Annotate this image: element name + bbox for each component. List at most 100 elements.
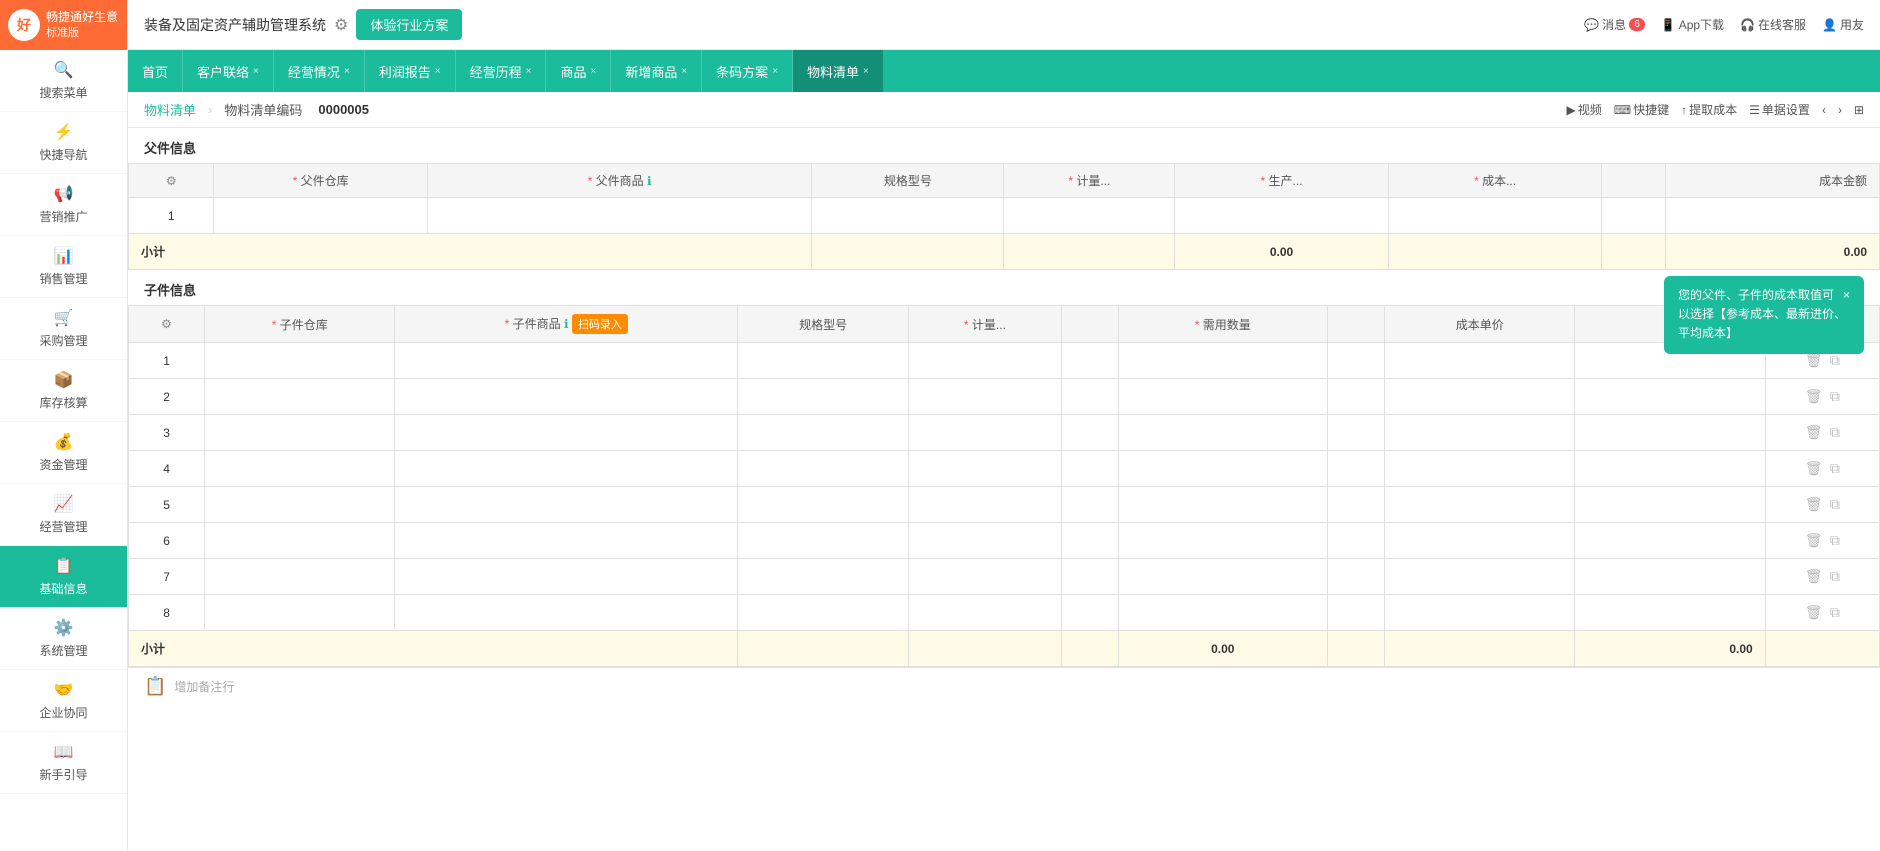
child-row-5-unitprice[interactable]	[1385, 487, 1575, 523]
tab-close-7[interactable]: ×	[772, 66, 778, 77]
sidebar-item-3[interactable]: 📊销售管理	[0, 236, 127, 298]
child-row-2-unit[interactable]	[909, 379, 1061, 415]
sidebar-item-6[interactable]: 💰资金管理	[0, 422, 127, 484]
child-row-4-unit[interactable]	[909, 451, 1061, 487]
tab-7[interactable]: 条码方案×	[702, 50, 793, 92]
child-row-3-qty[interactable]	[1118, 415, 1327, 451]
parent-row-1-product[interactable]	[427, 198, 811, 234]
tab-close-3[interactable]: ×	[435, 66, 441, 77]
child-row-5-qty[interactable]	[1118, 487, 1327, 523]
delete-icon-1[interactable]: 🗑	[1805, 352, 1823, 368]
child-row-4-qty[interactable]	[1118, 451, 1327, 487]
child-row-2-spec[interactable]	[738, 379, 909, 415]
child-row-6-unitprice[interactable]	[1385, 523, 1575, 559]
copy-icon-4[interactable]: ⧉	[1830, 460, 1840, 476]
toolbar-nav-next[interactable]: ›	[1838, 103, 1842, 117]
child-row-1-unit[interactable]	[909, 343, 1061, 379]
delete-icon-8[interactable]: 🗑	[1805, 604, 1823, 620]
child-row-3-warehouse[interactable]	[205, 415, 395, 451]
delete-icon-6[interactable]: 🗑	[1805, 532, 1823, 548]
user-item[interactable]: 👤 用友	[1822, 16, 1864, 33]
add-row-icon[interactable]: 📋	[144, 676, 166, 697]
child-row-8-unitprice[interactable]	[1385, 595, 1575, 631]
child-row-8-qty[interactable]	[1118, 595, 1327, 631]
copy-icon-5[interactable]: ⧉	[1830, 496, 1840, 512]
tab-2[interactable]: 经营情况×	[274, 50, 365, 92]
child-row-3-unitprice[interactable]	[1385, 415, 1575, 451]
parent-row-1-production[interactable]	[1175, 198, 1389, 234]
parent-row-1-warehouse[interactable]	[214, 198, 428, 234]
copy-icon-1[interactable]: ⧉	[1830, 352, 1840, 368]
parent-col-settings[interactable]: ⚙	[129, 164, 214, 198]
child-row-2-warehouse[interactable]	[205, 379, 395, 415]
tab-close-1[interactable]: ×	[253, 66, 259, 77]
child-row-6-product[interactable]	[395, 523, 738, 559]
child-row-8-product[interactable]	[395, 595, 738, 631]
child-row-4-product[interactable]	[395, 451, 738, 487]
child-row-5-product[interactable]	[395, 487, 738, 523]
child-row-6-qty[interactable]	[1118, 523, 1327, 559]
breadcrumb-parent[interactable]: 物料清单	[144, 100, 196, 119]
tab-6[interactable]: 新增商品×	[611, 50, 702, 92]
child-row-4-spec[interactable]	[738, 451, 909, 487]
child-row-1-unitprice[interactable]	[1385, 343, 1575, 379]
child-row-5-spec[interactable]	[738, 487, 909, 523]
child-row-2-unitprice[interactable]	[1385, 379, 1575, 415]
sidebar-item-9[interactable]: ⚙️系统管理	[0, 608, 127, 670]
child-row-3-product[interactable]	[395, 415, 738, 451]
delete-icon-5[interactable]: 🗑	[1805, 496, 1823, 512]
message-item[interactable]: 💬 消息 6	[1584, 16, 1645, 33]
copy-icon-3[interactable]: ⧉	[1830, 424, 1840, 440]
child-row-6-warehouse[interactable]	[205, 523, 395, 559]
scan-button[interactable]: 扫码录入	[572, 314, 628, 334]
toolbar-single-setting[interactable]: ☰ 单据设置	[1749, 101, 1810, 118]
child-row-1-warehouse[interactable]	[205, 343, 395, 379]
copy-icon-2[interactable]: ⧉	[1830, 388, 1840, 404]
sidebar-item-7[interactable]: 📈经营管理	[0, 484, 127, 546]
toolbar-shortcut[interactable]: ⌨ 快捷键	[1614, 101, 1669, 118]
tab-close-4[interactable]: ×	[526, 66, 532, 77]
delete-icon-2[interactable]: 🗑	[1805, 388, 1823, 404]
child-row-6-spec[interactable]	[738, 523, 909, 559]
sidebar-item-10[interactable]: 🤝企业协同	[0, 670, 127, 732]
child-row-7-warehouse[interactable]	[205, 559, 395, 595]
copy-icon-7[interactable]: ⧉	[1830, 568, 1840, 584]
trial-button[interactable]: 体验行业方案	[356, 9, 462, 40]
child-row-1-qty[interactable]	[1118, 343, 1327, 379]
child-row-8-spec[interactable]	[738, 595, 909, 631]
copy-icon-6[interactable]: ⧉	[1830, 532, 1840, 548]
child-row-5-unit[interactable]	[909, 487, 1061, 523]
tab-5[interactable]: 商品×	[546, 50, 611, 92]
sidebar-item-1[interactable]: ⚡快捷导航	[0, 112, 127, 174]
gear-icon[interactable]: ⚙	[334, 15, 348, 35]
child-row-7-unitprice[interactable]	[1385, 559, 1575, 595]
toolbar-extract-cost[interactable]: ↑ 提取成本	[1681, 101, 1737, 118]
sidebar-item-5[interactable]: 📦库存核算	[0, 360, 127, 422]
child-row-3-unit[interactable]	[909, 415, 1061, 451]
sidebar-item-4[interactable]: 🛒采购管理	[0, 298, 127, 360]
sidebar-item-11[interactable]: 📖新手引导	[0, 732, 127, 794]
child-row-3-spec[interactable]	[738, 415, 909, 451]
tab-8[interactable]: 物料清单×	[793, 50, 884, 92]
child-row-5-warehouse[interactable]	[205, 487, 395, 523]
child-row-4-warehouse[interactable]	[205, 451, 395, 487]
child-row-1-product[interactable]	[395, 343, 738, 379]
parent-row-1-cost[interactable]	[1388, 198, 1602, 234]
child-row-8-unit[interactable]	[909, 595, 1061, 631]
child-product-info-icon[interactable]: ℹ	[564, 317, 569, 331]
child-row-2-qty[interactable]	[1118, 379, 1327, 415]
tab-close-5[interactable]: ×	[590, 66, 596, 77]
child-row-4-unitprice[interactable]	[1385, 451, 1575, 487]
child-row-8-warehouse[interactable]	[205, 595, 395, 631]
toolbar-nav-prev[interactable]: ‹	[1822, 103, 1826, 117]
child-row-2-product[interactable]	[395, 379, 738, 415]
sidebar-item-8[interactable]: 📋基础信息	[0, 546, 127, 608]
child-row-6-unit[interactable]	[909, 523, 1061, 559]
parent-row-1-unit[interactable]	[1004, 198, 1175, 234]
sidebar-item-2[interactable]: 📢营销推广	[0, 174, 127, 236]
toolbar-expand[interactable]: ⊞	[1854, 103, 1864, 117]
parent-product-info-icon[interactable]: ℹ	[647, 174, 652, 188]
sidebar-item-0[interactable]: 🔍搜索菜单	[0, 50, 127, 112]
tab-0[interactable]: 首页	[128, 50, 183, 92]
tooltip-close-button[interactable]: ×	[1843, 286, 1850, 305]
